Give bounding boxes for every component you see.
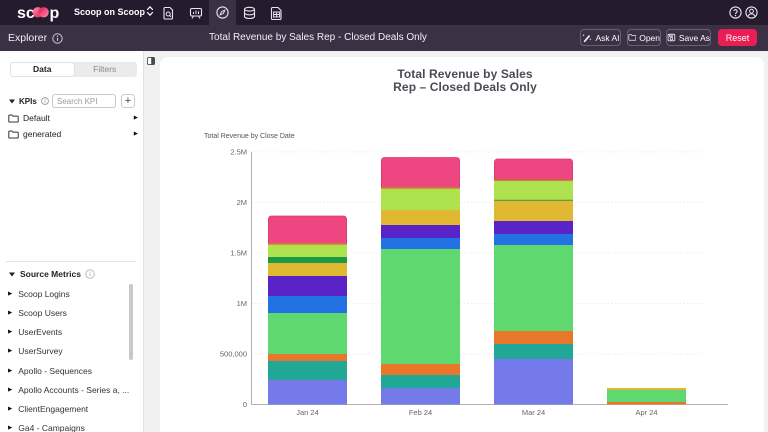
- svg-text:1M: 1M: [237, 299, 247, 308]
- svg-text:sc: sc: [17, 5, 35, 22]
- svg-text:2.5M: 2.5M: [230, 147, 247, 156]
- svg-text:Jan 24: Jan 24: [296, 408, 319, 417]
- svg-text:1.5M: 1.5M: [230, 248, 247, 257]
- svg-text:Mar 24: Mar 24: [522, 408, 545, 417]
- svg-text:Feb 24: Feb 24: [409, 408, 432, 417]
- svg-text:p: p: [50, 5, 60, 22]
- svg-text:2M: 2M: [237, 198, 247, 207]
- svg-text:500,000: 500,000: [220, 349, 247, 358]
- svg-text:0: 0: [243, 400, 247, 409]
- svg-text:Apr 24: Apr 24: [635, 408, 657, 417]
